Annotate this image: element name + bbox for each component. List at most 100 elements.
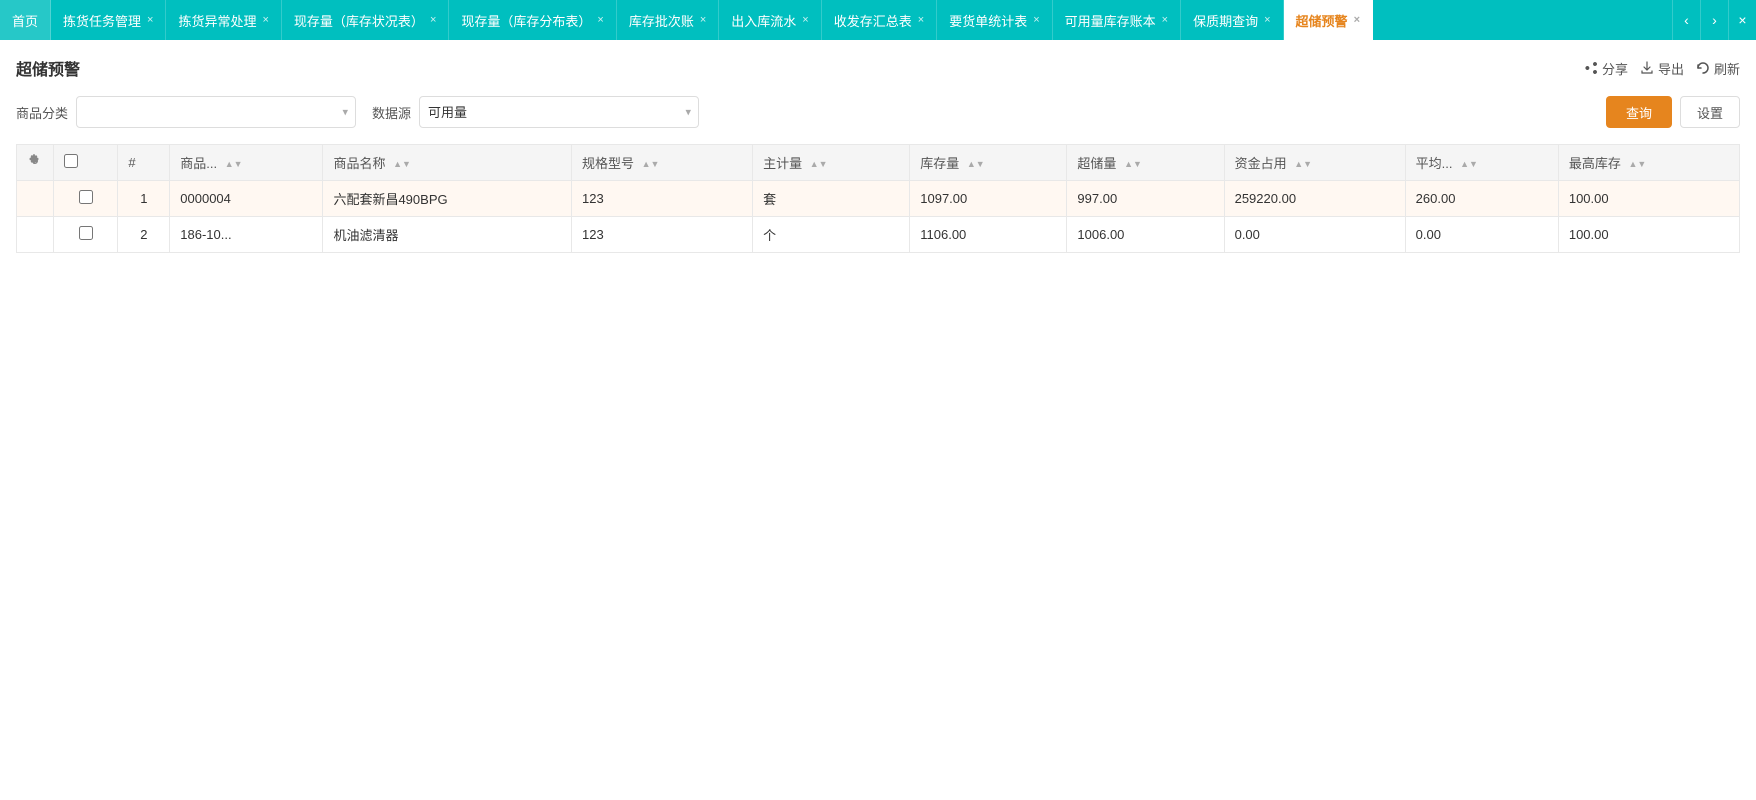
sort-icon: ▲▼: [967, 160, 985, 169]
row-product-name: 六配套新昌490BPG: [323, 181, 572, 217]
nav-batch-account[interactable]: 库存批次账 ×: [617, 0, 719, 40]
nav-stock-dist[interactable]: 现存量（库存分布表） ×: [449, 0, 616, 40]
sort-icon: ▲▼: [810, 160, 828, 169]
setting-button[interactable]: 设置: [1680, 96, 1740, 128]
close-icon[interactable]: ×: [1354, 14, 1360, 26]
table-header-gear[interactable]: [17, 145, 54, 181]
datasource-select[interactable]: 可用量 库存量: [419, 96, 699, 128]
row-checkbox-cell[interactable]: [54, 217, 118, 253]
table-row: 1 0000004 六配套新昌490BPG 123 套 1097.00 997.…: [17, 181, 1740, 217]
row-avg: 0.00: [1405, 217, 1558, 253]
row-checkbox[interactable]: [79, 190, 93, 204]
table-header-avg[interactable]: 平均... ▲▼: [1405, 145, 1558, 181]
select-all-checkbox[interactable]: [64, 154, 78, 168]
page-header: 超储预警 分享 导出 刷新: [16, 56, 1740, 80]
nav-task-manage[interactable]: 拣货任务管理 ×: [51, 0, 166, 40]
filter-right-actions: 查询 设置: [1606, 96, 1740, 128]
sort-icon: ▲▼: [1124, 160, 1142, 169]
row-unit: 个: [753, 217, 910, 253]
nav-stock-status[interactable]: 现存量（库存状况表） ×: [282, 0, 449, 40]
refresh-button[interactable]: 刷新: [1696, 59, 1740, 78]
nav-demand-stats[interactable]: 要货单统计表 ×: [937, 0, 1052, 40]
nav-home[interactable]: 首页: [0, 0, 51, 40]
export-button[interactable]: 导出: [1640, 59, 1684, 78]
close-icon[interactable]: ×: [700, 14, 706, 26]
gear-icon: [27, 153, 43, 169]
row-over: 997.00: [1067, 181, 1224, 217]
query-button[interactable]: 查询: [1606, 96, 1672, 128]
row-number: 1: [118, 181, 170, 217]
datasource-select-wrapper: 可用量 库存量 ▾: [419, 96, 699, 128]
close-icon[interactable]: ×: [430, 14, 436, 26]
row-unit: 套: [753, 181, 910, 217]
row-product-code: 186-10...: [170, 217, 323, 253]
table-header-unit[interactable]: 主计量 ▲▼: [753, 145, 910, 181]
row-gear-cell: [17, 217, 54, 253]
row-checkbox-cell[interactable]: [54, 181, 118, 217]
table-header-num: #: [118, 145, 170, 181]
close-icon[interactable]: ×: [597, 14, 603, 26]
data-table: # 商品... ▲▼ 商品名称 ▲▼ 规格型号 ▲▼ 主计量 ▲▼: [16, 144, 1740, 253]
page-title: 超储预警: [16, 56, 80, 80]
row-gear-cell: [17, 181, 54, 217]
category-select-wrapper: ▾: [76, 96, 356, 128]
table-header-product-name[interactable]: 商品名称 ▲▼: [323, 145, 572, 181]
row-avg: 260.00: [1405, 181, 1558, 217]
header-actions: 分享 导出 刷新: [1584, 59, 1740, 78]
filter-bar: 商品分类 ▾ 数据源 可用量 库存量 ▾ 查询 设置: [16, 96, 1740, 128]
close-icon[interactable]: ×: [262, 14, 268, 26]
share-icon: [1584, 61, 1598, 75]
category-select[interactable]: [76, 96, 356, 128]
table-header-max-stock[interactable]: 最高库存 ▲▼: [1558, 145, 1739, 181]
close-icon[interactable]: ×: [802, 14, 808, 26]
category-label: 商品分类: [16, 103, 68, 122]
table-header-stock[interactable]: 库存量 ▲▼: [910, 145, 1067, 181]
table-header-row: # 商品... ▲▼ 商品名称 ▲▼ 规格型号 ▲▼ 主计量 ▲▼: [17, 145, 1740, 181]
sort-icon: ▲▼: [642, 160, 660, 169]
nav-overstock-warning[interactable]: 超储预警 ×: [1284, 0, 1373, 40]
row-product-name: 机油滤清器: [323, 217, 572, 253]
table-header-capital[interactable]: 资金占用 ▲▼: [1224, 145, 1405, 181]
table-header-checkbox[interactable]: [54, 145, 118, 181]
sort-icon: ▲▼: [1294, 160, 1312, 169]
table-header-over[interactable]: 超储量 ▲▼: [1067, 145, 1224, 181]
nav-collect-summary[interactable]: 收发存汇总表 ×: [822, 0, 937, 40]
row-stock: 1106.00: [910, 217, 1067, 253]
row-number: 2: [118, 217, 170, 253]
row-product-code: 0000004: [170, 181, 323, 217]
nav-prev-button[interactable]: ‹: [1672, 0, 1700, 40]
row-stock: 1097.00: [910, 181, 1067, 217]
row-max-stock: 100.00: [1558, 217, 1739, 253]
top-navigation: 首页 拣货任务管理 × 拣货异常处理 × 现存量（库存状况表） × 现存量（库存…: [0, 0, 1756, 40]
row-capital: 0.00: [1224, 217, 1405, 253]
datasource-filter-group: 数据源 可用量 库存量 ▾: [372, 96, 699, 128]
share-button[interactable]: 分享: [1584, 59, 1628, 78]
category-filter-group: 商品分类 ▾: [16, 96, 356, 128]
table-header-spec[interactable]: 规格型号 ▲▼: [572, 145, 753, 181]
row-capital: 259220.00: [1224, 181, 1405, 217]
nav-next-button[interactable]: ›: [1700, 0, 1728, 40]
sort-icon: ▲▼: [225, 160, 243, 169]
close-icon[interactable]: ×: [147, 14, 153, 26]
sort-icon: ▲▼: [1460, 160, 1478, 169]
nav-close-all-button[interactable]: ×: [1728, 0, 1756, 40]
export-icon: [1640, 61, 1654, 75]
row-spec: 123: [572, 217, 753, 253]
nav-inout-flow[interactable]: 出入库流水 ×: [719, 0, 821, 40]
close-icon[interactable]: ×: [1264, 14, 1270, 26]
nav-arrow-group: ‹ › ×: [1672, 0, 1756, 40]
row-max-stock: 100.00: [1558, 181, 1739, 217]
nav-quality-period[interactable]: 保质期查询 ×: [1181, 0, 1283, 40]
row-spec: 123: [572, 181, 753, 217]
row-over: 1006.00: [1067, 217, 1224, 253]
sort-icon: ▲▼: [393, 160, 411, 169]
nav-available-account[interactable]: 可用量库存账本 ×: [1053, 0, 1181, 40]
close-icon[interactable]: ×: [918, 14, 924, 26]
row-checkbox[interactable]: [79, 226, 93, 240]
page-content: 超储预警 分享 导出 刷新: [0, 40, 1756, 800]
nav-exception[interactable]: 拣货异常处理 ×: [166, 0, 281, 40]
close-icon[interactable]: ×: [1162, 14, 1168, 26]
close-icon[interactable]: ×: [1033, 14, 1039, 26]
sort-icon: ▲▼: [1628, 160, 1646, 169]
table-header-product-code[interactable]: 商品... ▲▼: [170, 145, 323, 181]
